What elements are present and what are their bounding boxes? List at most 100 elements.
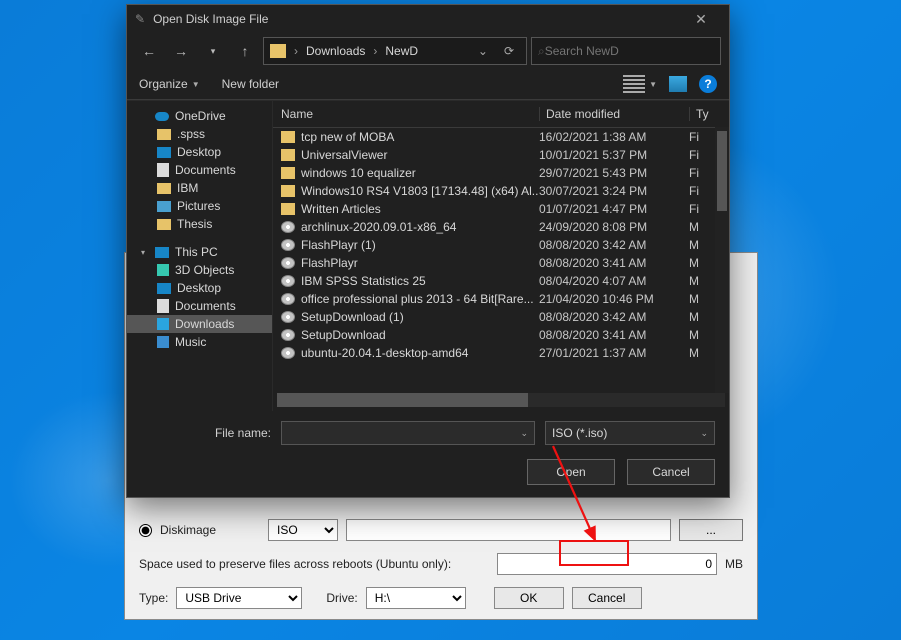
file-date: 01/07/2021 4:47 PM — [539, 202, 689, 216]
file-row[interactable]: SetupDownload (1)08/08/2020 3:42 AMM — [273, 308, 729, 326]
col-name[interactable]: Name — [281, 107, 539, 121]
hscroll-thumb[interactable] — [277, 393, 528, 407]
file-row[interactable]: tcp new of MOBA16/02/2021 1:38 AMFi — [273, 128, 729, 146]
forward-button[interactable]: → — [167, 37, 195, 65]
tree-label: OneDrive — [175, 109, 226, 123]
organize-button[interactable]: Organize ▼ — [139, 77, 200, 91]
file-name: UniversalViewer — [301, 148, 387, 162]
disc-icon — [281, 311, 295, 323]
chevron-down-icon: ▼ — [192, 80, 200, 89]
vertical-scrollbar[interactable] — [715, 127, 729, 393]
folder-icon — [281, 131, 295, 143]
ok-button[interactable]: OK — [494, 587, 564, 609]
file-name: windows 10 equalizer — [301, 166, 416, 180]
diskimage-label: Diskimage — [160, 523, 216, 537]
folder-icon — [281, 185, 295, 197]
tree-desktop[interactable]: Desktop — [127, 143, 272, 161]
file-list-wrap: Name Date modified Ty tcp new of MOBA16/… — [273, 101, 729, 411]
open-button[interactable]: Open — [527, 459, 615, 485]
cancel-button[interactable]: Cancel — [572, 587, 642, 609]
close-button[interactable]: ✕ — [681, 11, 721, 28]
search-input[interactable] — [545, 44, 714, 58]
col-type[interactable]: Ty — [689, 107, 723, 121]
folder-icon — [157, 219, 171, 230]
up-button[interactable]: ↑ — [231, 37, 259, 65]
diskimage-radio[interactable] — [139, 524, 152, 537]
tree-pictures[interactable]: Pictures — [127, 197, 272, 215]
chevron-right-icon: › — [292, 44, 300, 58]
tree-label: .spss — [177, 127, 205, 141]
column-headers[interactable]: Name Date modified Ty — [273, 101, 729, 128]
folder-icon — [270, 44, 286, 58]
file-row[interactable]: IBM SPSS Statistics 2508/04/2020 4:07 AM… — [273, 272, 729, 290]
tree-downloads[interactable]: Downloads — [127, 315, 272, 333]
caret-down-icon: ▾ — [141, 248, 149, 257]
tree-this-pc[interactable]: ▾ This PC — [127, 243, 272, 261]
tree-documents2[interactable]: Documents — [127, 297, 272, 315]
search-box[interactable]: ⌕ — [531, 37, 721, 65]
breadcrumb-dropdown-button[interactable]: ⌄ — [474, 44, 492, 58]
chevron-right-icon: › — [371, 44, 379, 58]
breadcrumb-newd[interactable]: NewD — [385, 44, 418, 58]
file-date: 24/09/2020 8:08 PM — [539, 220, 689, 234]
filetype-filter[interactable]: ISO (*.iso) ⌄ — [545, 421, 715, 445]
titlebar: ✎ Open Disk Image File ✕ — [127, 5, 729, 33]
tree-desktop2[interactable]: Desktop — [127, 279, 272, 297]
tree-ibm[interactable]: IBM — [127, 179, 272, 197]
file-date: 29/07/2021 5:43 PM — [539, 166, 689, 180]
filename-label: File name: — [141, 426, 271, 440]
tree-onedrive[interactable]: OneDrive — [127, 107, 272, 125]
chevron-down-icon: ⌄ — [520, 428, 528, 439]
tree-music[interactable]: Music — [127, 333, 272, 351]
diskimage-path-input[interactable] — [346, 519, 671, 541]
file-name: ubuntu-20.04.1-desktop-amd64 — [301, 346, 468, 360]
file-row[interactable]: ubuntu-20.04.1-desktop-amd6427/01/2021 1… — [273, 344, 729, 362]
file-row[interactable]: FlashPlayr08/08/2020 3:41 AMM — [273, 254, 729, 272]
file-row[interactable]: FlashPlayr (1)08/08/2020 3:42 AMM — [273, 236, 729, 254]
pc-icon — [155, 247, 169, 258]
vscroll-thumb[interactable] — [717, 131, 727, 211]
tree-documents[interactable]: Documents — [127, 161, 272, 179]
file-name: FlashPlayr — [301, 256, 358, 270]
file-date: 08/08/2020 3:42 AM — [539, 238, 689, 252]
space-input[interactable] — [497, 553, 717, 575]
file-row[interactable]: Windows10 RS4 V1803 [17134.48] (x64) Al.… — [273, 182, 729, 200]
file-date: 08/08/2020 3:41 AM — [539, 256, 689, 270]
tree-thesis[interactable]: Thesis — [127, 215, 272, 233]
file-row[interactable]: UniversalViewer10/01/2021 5:37 PMFi — [273, 146, 729, 164]
file-row[interactable]: windows 10 equalizer29/07/2021 5:43 PMFi — [273, 164, 729, 182]
breadcrumb-downloads[interactable]: Downloads — [306, 44, 365, 58]
disc-icon — [281, 257, 295, 269]
recent-button[interactable]: ▾ — [199, 37, 227, 65]
refresh-button[interactable]: ⟳ — [498, 44, 520, 58]
diskimage-format-select[interactable]: ISO — [268, 519, 338, 541]
breadcrumb-bar[interactable]: › Downloads › NewD ⌄ ⟳ — [263, 37, 527, 65]
cloud-icon — [155, 112, 169, 121]
cancel-button[interactable]: Cancel — [627, 459, 715, 485]
col-date[interactable]: Date modified — [539, 107, 689, 121]
file-row[interactable]: office professional plus 2013 - 64 Bit[R… — [273, 290, 729, 308]
type-select[interactable]: USB Drive — [176, 587, 302, 609]
tree-spss[interactable]: .spss — [127, 125, 272, 143]
view-button[interactable]: ▼ — [623, 75, 657, 93]
file-name: FlashPlayr (1) — [301, 238, 376, 252]
file-row[interactable]: SetupDownload08/08/2020 3:41 AMM — [273, 326, 729, 344]
filename-combo[interactable]: ⌄ — [281, 421, 535, 445]
back-button[interactable]: ← — [135, 37, 163, 65]
new-folder-button[interactable]: New folder — [222, 77, 279, 91]
preview-pane-button[interactable] — [669, 76, 687, 92]
tree-label: Music — [175, 335, 206, 349]
space-label: Space used to preserve files across rebo… — [139, 557, 489, 571]
tree-3d-objects[interactable]: 3D Objects — [127, 261, 272, 279]
tree-label: 3D Objects — [175, 263, 234, 277]
file-row[interactable]: archlinux-2020.09.01-x86_6424/09/2020 8:… — [273, 218, 729, 236]
drive-select[interactable]: H:\ — [366, 587, 466, 609]
horizontal-scrollbar[interactable] — [277, 393, 725, 407]
browse-button[interactable]: ... — [679, 519, 743, 541]
file-list: tcp new of MOBA16/02/2021 1:38 AMFiUnive… — [273, 128, 729, 391]
folder-icon — [157, 183, 171, 194]
disc-icon — [281, 329, 295, 341]
file-row[interactable]: Written Articles01/07/2021 4:47 PMFi — [273, 200, 729, 218]
help-button[interactable]: ? — [699, 75, 717, 93]
disc-icon — [281, 239, 295, 251]
